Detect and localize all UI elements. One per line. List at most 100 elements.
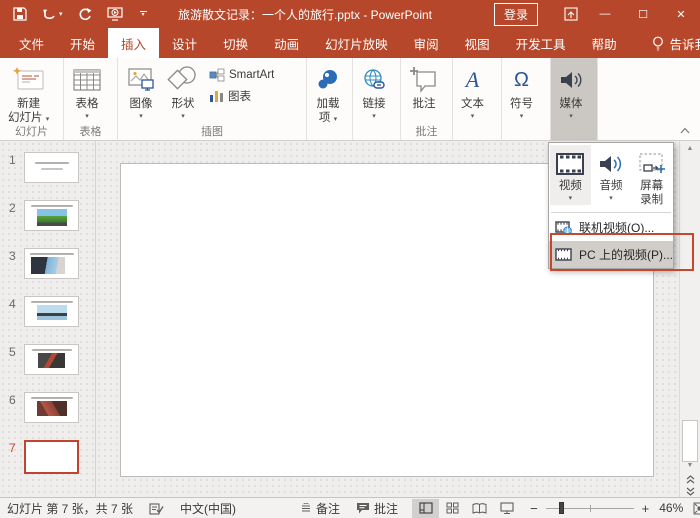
chart-button[interactable]: 图表 [205,87,278,105]
slide-number: 6 [9,393,16,407]
online-video-menu-item[interactable]: 联机视频(O)... [549,214,673,241]
media-dropdown-arrow: ▾ [569,113,573,120]
text-dropdown-arrow: ▾ [470,113,475,120]
tab-developer[interactable]: 开发工具 [503,28,579,58]
slide-thumbnail-3[interactable] [24,248,79,279]
link-icon [361,63,387,97]
powerpoint-window: ▾ ▾ 旅游散文记录：一个人的旅行.pptx - PowerPoint 登录 —… [0,0,700,518]
chart-icon [209,89,224,103]
spellcheck-icon[interactable] [149,502,164,515]
slide-number: 2 [9,201,16,215]
thumbnail-content [30,205,73,207]
tab-design[interactable]: 设计 [159,28,210,58]
new-slide-dropdown-arrow: ▾ [45,116,50,123]
slide-row-4[interactable]: 4 [0,296,95,344]
tab-file[interactable]: 文件 [6,28,57,58]
image-button[interactable]: 图像 ▾ [121,61,161,123]
notes-button[interactable]: 备注 [300,500,340,517]
links-button[interactable]: 链接 ▾ [356,61,392,123]
notes-label: 备注 [316,501,341,516]
video-film-icon [556,149,585,179]
smartart-button[interactable]: SmartArt [205,67,278,83]
screen-recording-icon [638,149,666,179]
reading-view-button[interactable] [466,499,493,518]
slide-sorter-view-button[interactable] [439,499,466,518]
status-bar: 幻灯片 第 7 张，共 7 张 中文(中国) 备注 批注 − + 46% [0,497,700,518]
zoom-out-button[interactable]: − [528,501,540,516]
tab-transitions[interactable]: 切换 [210,28,261,58]
symbols-button[interactable]: Ω 符号 ▾ [505,61,538,123]
text-button[interactable]: A 文本 ▾ [456,61,489,123]
media-button[interactable]: 媒体 ▾ [554,61,588,125]
save-icon[interactable] [13,7,27,21]
zoom-level[interactable]: 46% [659,501,683,515]
slide-row-6[interactable]: 6 [0,392,95,440]
redo-icon[interactable] [78,7,92,21]
scroll-up-icon[interactable]: ▲ [680,141,700,156]
comment-button[interactable]: 批注 [404,61,444,113]
shapes-button[interactable]: 形状 ▾ [161,61,205,123]
slide-counter[interactable]: 幻灯片 第 7 张，共 7 张 [7,500,133,517]
slide-row-7[interactable]: 7 [0,440,95,488]
table-button[interactable]: 表格 ▾ [67,61,107,123]
tab-home[interactable]: 开始 [57,28,108,58]
slide-row-1[interactable]: 1 [0,152,95,200]
scrollbar-thumb[interactable] [682,420,698,462]
video-button[interactable]: 视频 ▾ [550,145,591,205]
image-icon [126,63,156,97]
slide-row-3[interactable]: 3 [0,248,95,296]
thumbnail-image [36,401,67,416]
minimize-button[interactable]: — [586,0,624,28]
normal-view-button[interactable] [412,498,440,518]
addins-icon [315,63,341,97]
group-symbols: Ω 符号 ▾ [502,58,551,140]
scroll-down-icon[interactable]: ▼ [680,458,700,473]
previous-slide-icon[interactable] [680,473,700,485]
ribbon-display-options-icon[interactable] [556,0,586,28]
tell-me-box[interactable]: 告诉我 [644,28,700,58]
collapse-ribbon-icon[interactable] [680,127,690,134]
screen-recording-button[interactable]: 屏幕 录制 [631,145,672,209]
new-slide-button[interactable]: 新建 幻灯片 ▾ [3,61,54,127]
slide-row-5[interactable]: 5 [0,344,95,392]
slide-row-2[interactable]: 2 [0,200,95,248]
window-title: 旅游散文记录：一个人的旅行.pptx - PowerPoint [177,7,433,22]
slide-thumbnail-7-selected[interactable] [24,440,79,474]
tab-slideshow[interactable]: 幻灯片放映 [312,28,401,58]
screen-recording-label2: 录制 [640,194,664,206]
group-label-tables: 表格 [79,126,102,138]
thumbnail-content [31,349,72,351]
slide-thumbnail-1[interactable] [24,152,79,183]
close-button[interactable]: ✕ [662,0,700,28]
undo-button[interactable]: ▾ [42,8,63,21]
zoom-slider[interactable] [545,502,634,514]
zoom-controls: − + [528,501,651,516]
audio-button[interactable]: 音频 ▾ [591,145,632,205]
slide-thumbnail-6[interactable] [24,392,79,423]
slide-thumbnail-2[interactable] [24,200,79,231]
ribbon: 新建 幻灯片 ▾ 幻灯片 表格 ▾ 表格 图像 ▾ 形状 ▾ SmartArt … [0,58,700,141]
fit-slide-to-window-icon[interactable] [693,502,700,515]
zoom-in-button[interactable]: + [640,501,652,516]
comments-button[interactable]: 批注 [356,500,398,517]
tab-insert[interactable]: 插入 [108,28,160,58]
vertical-scrollbar[interactable]: ▲ ▼ [679,141,700,497]
undo-dropdown-arrow[interactable]: ▾ [59,10,63,18]
tab-help[interactable]: 帮助 [579,28,630,58]
tab-animations[interactable]: 动画 [261,28,312,58]
slide-thumbnail-5[interactable] [24,344,79,375]
zoom-slider-thumb[interactable] [558,502,564,514]
tab-view[interactable]: 视图 [452,28,503,58]
slide-thumbnail-4[interactable] [24,296,79,327]
symbols-dropdown-arrow: ▾ [519,113,524,120]
next-slide-icon[interactable] [680,485,700,497]
tell-me-label: 告诉我 [669,37,700,52]
sign-in-button[interactable]: 登录 [493,2,538,26]
slideshow-view-button[interactable] [493,499,520,518]
addins-button[interactable]: 加载 项 ▾ [310,61,346,127]
language-indicator[interactable]: 中文(中国) [180,500,236,517]
tab-review[interactable]: 审阅 [401,28,452,58]
image-dropdown-arrow: ▾ [139,113,143,120]
pc-video-menu-item[interactable]: PC 上的视频(P)... [549,241,673,268]
maximize-button[interactable]: ☐ [624,0,662,28]
